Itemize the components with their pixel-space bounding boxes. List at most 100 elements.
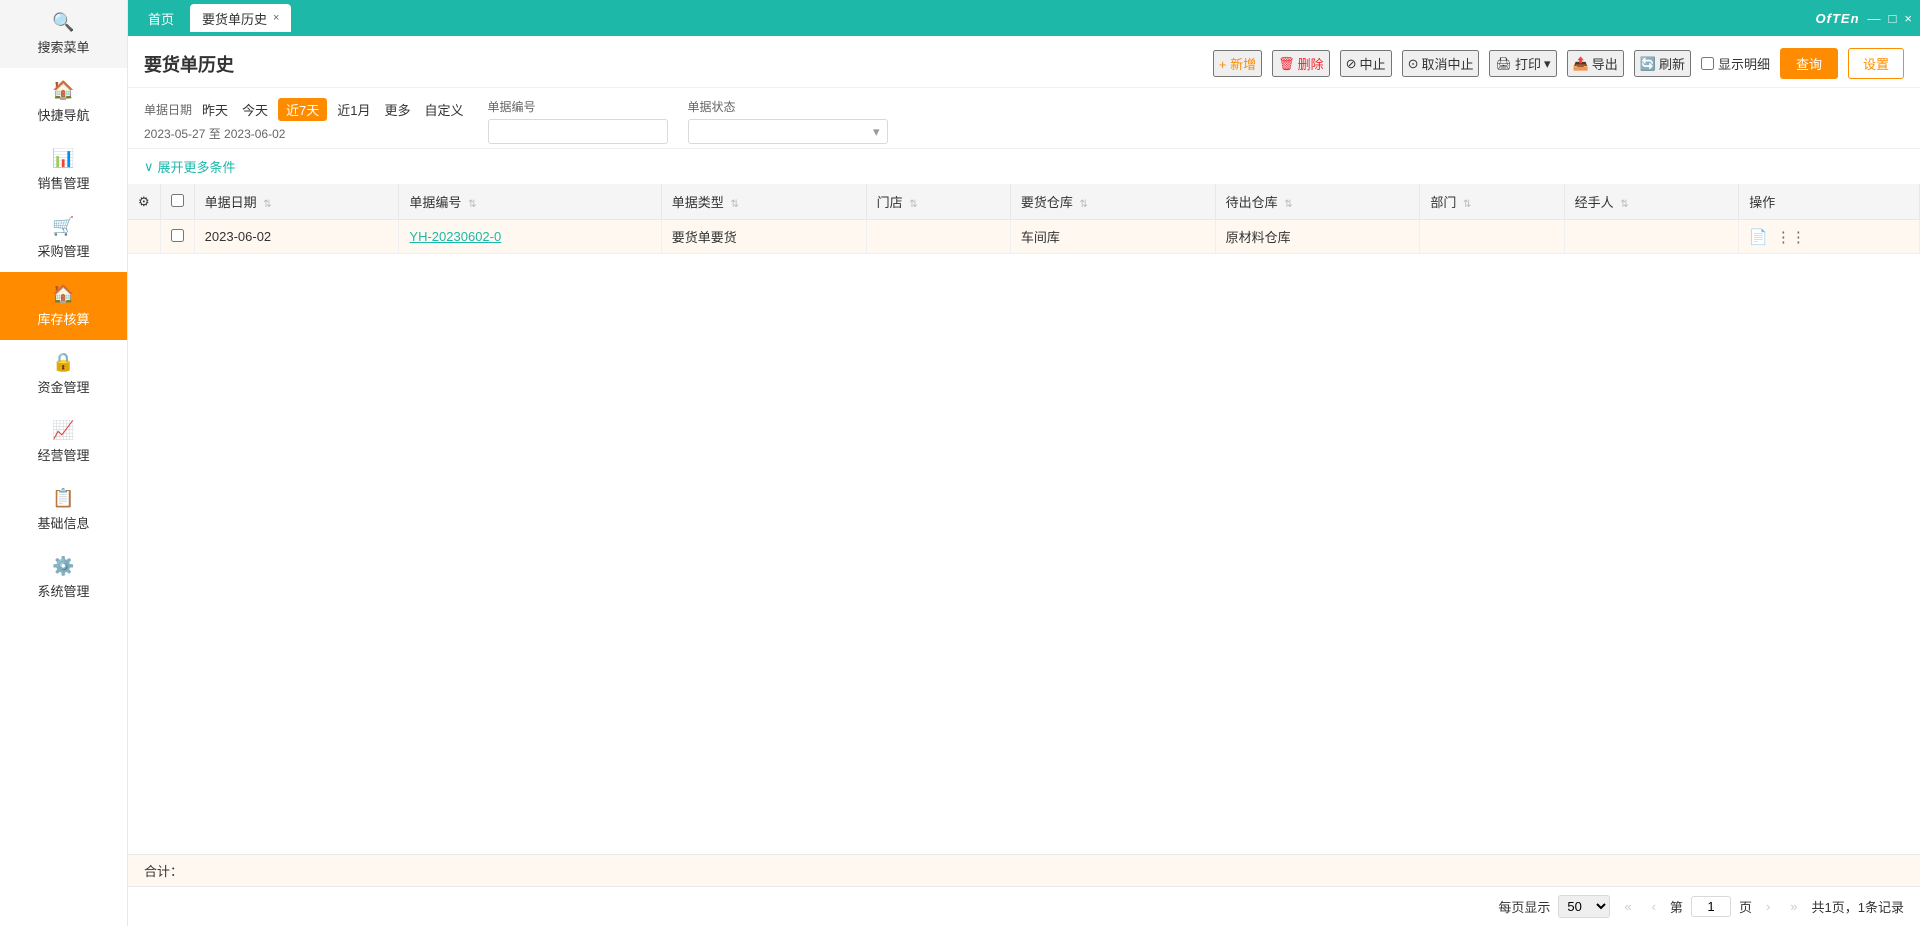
date-shortcut-custom[interactable]: 自定义 — [421, 98, 468, 121]
sort-dept-icon: ⇅ — [1463, 199, 1471, 210]
date-shortcut-yesterday[interactable]: 昨天 — [198, 98, 232, 121]
close-button[interactable]: × — [1904, 11, 1912, 26]
order-no-input[interactable] — [488, 119, 668, 144]
settings-button[interactable]: 设置 — [1848, 48, 1904, 79]
prev-page-button[interactable]: ‹ — [1646, 897, 1662, 916]
tab-active[interactable]: 要货单历史 × — [190, 4, 291, 32]
sidebar-item-purchase[interactable]: 🛒 采购管理 — [0, 204, 127, 272]
expand-more-button[interactable]: ∨ 展开更多条件 — [128, 157, 1920, 184]
refresh-button[interactable]: 🔄 刷新 — [1634, 50, 1691, 77]
stop-icon: ⊘ — [1346, 56, 1357, 72]
th-handler[interactable]: 经手人 ⇅ — [1564, 184, 1739, 220]
next-page-button[interactable]: › — [1760, 897, 1776, 916]
sidebar-item-system[interactable]: ⚙️ 系统管理 — [0, 544, 127, 612]
th-date[interactable]: 单据日期 ⇅ — [194, 184, 399, 220]
row-checkbox[interactable] — [171, 229, 184, 242]
date-shortcut-more[interactable]: 更多 — [381, 98, 415, 121]
home-icon: 🏠 — [52, 80, 74, 101]
per-page-select[interactable]: 10 20 50 100 — [1558, 895, 1610, 918]
last-page-button[interactable]: » — [1784, 897, 1803, 916]
sidebar-item-basic-info[interactable]: 📋 基础信息 — [0, 476, 127, 544]
select-all-checkbox[interactable] — [171, 194, 184, 207]
cell-checkbox — [160, 220, 194, 254]
cell-req-warehouse: 车间库 — [1010, 220, 1215, 254]
stop-button[interactable]: ⊘ 中止 — [1340, 50, 1392, 77]
sidebar-item-sales[interactable]: 📊 销售管理 — [0, 136, 127, 204]
export-button[interactable]: 📤 导出 — [1567, 50, 1624, 77]
header-actions: + 新增 🗑 删除 ⊘ 中止 ⊙ 取消中止 🖨 打印 ▾ — [1213, 48, 1904, 79]
sales-icon: 📊 — [52, 148, 74, 169]
order-no-link[interactable]: YH-20230602-0 — [409, 229, 501, 244]
th-order-no[interactable]: 单据编号 ⇅ — [399, 184, 661, 220]
search-menu-icon: 🔍 — [52, 12, 74, 33]
status-select-wrap: ▾ — [688, 119, 888, 144]
operations-icon: 📈 — [52, 420, 74, 441]
sort-handler-icon: ⇅ — [1620, 199, 1628, 210]
th-checkbox — [160, 184, 194, 220]
cell-handler — [1564, 220, 1739, 254]
cell-order-type: 要货单要货 — [661, 220, 866, 254]
minimize-button[interactable]: — — [1868, 11, 1881, 26]
print-icon: 🖨 — [1495, 56, 1512, 72]
sidebar-item-quicknav[interactable]: 🏠 快捷导航 — [0, 68, 127, 136]
th-req-warehouse[interactable]: 要货仓库 ⇅ — [1010, 184, 1215, 220]
cell-settings — [128, 220, 160, 254]
status-select[interactable] — [688, 119, 888, 144]
order-no-filter-group: 单据编号 — [488, 98, 668, 144]
print-button[interactable]: 🖨 打印 ▾ — [1489, 50, 1556, 77]
date-shortcut-1month[interactable]: 近1月 — [333, 98, 374, 121]
th-department[interactable]: 部门 ⇅ — [1420, 184, 1564, 220]
sidebar-item-search[interactable]: 🔍 搜索菜单 — [0, 0, 127, 68]
cancel-stop-button[interactable]: ⊙ 取消中止 — [1402, 50, 1480, 77]
sort-store-icon: ⇅ — [909, 199, 917, 210]
export-icon: 📤 — [1573, 56, 1589, 72]
sidebar-item-inventory[interactable]: 🏠 库存核算 — [0, 272, 127, 340]
th-pending-warehouse[interactable]: 待出仓库 ⇅ — [1215, 184, 1420, 220]
op-icons: 📄 ⋮⋮ — [1749, 228, 1909, 246]
show-detail-input[interactable] — [1701, 57, 1714, 70]
edit-icon[interactable]: 📄 — [1749, 228, 1768, 246]
sort-orderno-icon: ⇅ — [468, 199, 476, 210]
tab-home[interactable]: 首页 — [136, 4, 186, 32]
page-header: 要货单历史 + 新增 🗑 删除 ⊘ 中止 ⊙ 取消中止 🖨 打印 — [128, 36, 1920, 88]
total-info: 共1页，1条记录 — [1812, 897, 1904, 916]
sort-pendingwarehouse-icon: ⇅ — [1284, 199, 1292, 210]
sort-reqwarehouse-icon: ⇅ — [1079, 199, 1087, 210]
footer-summary: 合计： — [128, 854, 1920, 886]
table-row: 2023-06-02 YH-20230602-0 要货单要货 车间库 — [128, 220, 1920, 254]
th-settings: ⚙ — [128, 184, 160, 220]
th-store[interactable]: 门店 ⇅ — [866, 184, 1010, 220]
date-label-row: 单据日期 昨天 今天 近7天 近1月 更多 自定义 — [144, 98, 468, 121]
cancel-stop-icon: ⊙ — [1408, 56, 1419, 72]
brand-label: OfTEn — [1816, 11, 1860, 26]
page-title: 要货单历史 — [144, 51, 234, 77]
system-icon: ⚙️ — [52, 556, 74, 577]
cell-department — [1420, 220, 1564, 254]
sidebar-item-finance[interactable]: 🔒 资金管理 — [0, 340, 127, 408]
page-unit: 页 — [1739, 897, 1752, 916]
content-area: 要货单历史 + 新增 🗑 删除 ⊘ 中止 ⊙ 取消中止 🖨 打印 — [128, 36, 1920, 926]
more-icon[interactable]: ⋮⋮ — [1776, 228, 1806, 246]
date-shortcut-today[interactable]: 今天 — [238, 98, 272, 121]
show-detail-checkbox[interactable]: 显示明细 — [1701, 54, 1770, 73]
sidebar-item-operations[interactable]: 📈 经营管理 — [0, 408, 127, 476]
expand-icon: ∨ — [144, 159, 154, 175]
first-page-button[interactable]: « — [1618, 897, 1637, 916]
sort-ordertype-icon: ⇅ — [730, 199, 738, 210]
sidebar: 🔍 搜索菜单 🏠 快捷导航 📊 销售管理 🛒 采购管理 🏠 库存核算 🔒 资金管… — [0, 0, 128, 926]
settings-col-icon[interactable]: ⚙ — [138, 194, 150, 209]
per-page-label: 每页显示 — [1498, 897, 1550, 916]
delete-button[interactable]: 🗑 删除 — [1272, 50, 1330, 77]
maximize-button[interactable]: □ — [1889, 11, 1897, 26]
table-body: 2023-06-02 YH-20230602-0 要货单要货 车间库 — [128, 220, 1920, 254]
main-area: 首页 要货单历史 × OfTEn — □ × 要货单历史 + 新增 🗑 删除 ⊘ — [128, 0, 1920, 926]
page-number-input[interactable] — [1691, 896, 1731, 917]
data-table: ⚙ 单据日期 ⇅ 单据编号 ⇅ — [128, 184, 1920, 254]
new-button[interactable]: + 新增 — [1213, 50, 1262, 77]
tab-close-icon[interactable]: × — [273, 12, 279, 24]
table-wrap: ⚙ 单据日期 ⇅ 单据编号 ⇅ — [128, 184, 1920, 854]
query-button[interactable]: 查询 — [1780, 48, 1838, 79]
date-filter-label: 单据日期 — [144, 101, 192, 118]
date-shortcut-7days[interactable]: 近7天 — [278, 98, 327, 121]
th-order-type[interactable]: 单据类型 ⇅ — [661, 184, 866, 220]
